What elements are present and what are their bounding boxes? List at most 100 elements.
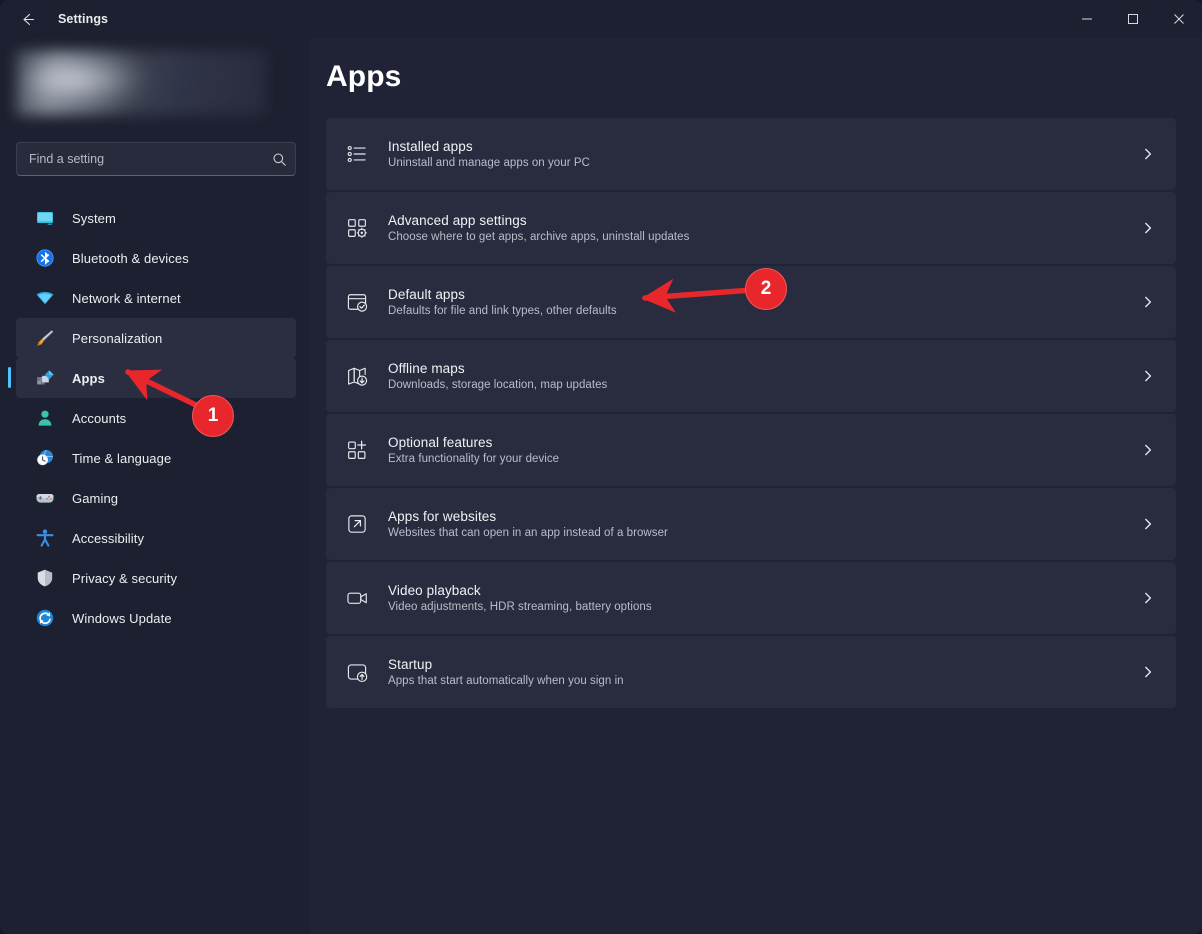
back-button[interactable]: [10, 4, 44, 34]
card-subtitle: Choose where to get apps, archive apps, …: [388, 231, 690, 243]
chevron-right-icon: [1145, 518, 1152, 530]
sidebar-item-label: Windows Update: [72, 610, 172, 626]
person-icon: [38, 410, 52, 426]
search-box[interactable]: [16, 142, 296, 176]
chevron-right-icon[interactable]: [1120, 591, 1176, 605]
video-camera-icon: [347, 592, 367, 604]
window-controls: [1064, 0, 1202, 38]
sidebar-item-network-internet[interactable]: Network & internet: [16, 278, 296, 318]
minimize-button[interactable]: [1064, 0, 1110, 38]
card-text: Video playback Video adjustments, HDR str…: [388, 583, 1120, 613]
sidebar-item-label: Apps: [72, 370, 105, 386]
grid-plus-icon: [326, 439, 388, 461]
card-title: Offline maps: [388, 361, 465, 376]
update-refresh-icon: [30, 608, 60, 628]
person-icon: [30, 408, 60, 428]
chevron-right-icon[interactable]: [1120, 665, 1176, 679]
maximize-button[interactable]: [1110, 0, 1156, 38]
search-icon: [263, 152, 295, 167]
back-arrow-icon: [22, 13, 34, 25]
card-advanced-app-settings[interactable]: Advanced app settings Choose where to get…: [326, 192, 1176, 264]
sidebar-item-accounts[interactable]: Accounts: [16, 398, 296, 438]
chevron-right-icon[interactable]: [1120, 295, 1176, 309]
paintbrush-icon: [37, 330, 54, 346]
card-text: Optional features Extra functionality for…: [388, 435, 1120, 465]
update-refresh-icon: [36, 609, 54, 627]
card-video-playback[interactable]: Video playback Video adjustments, HDR str…: [326, 562, 1176, 634]
sidebar-item-gaming[interactable]: Gaming: [16, 478, 296, 518]
card-startup[interactable]: Startup Apps that start automatically whe…: [326, 636, 1176, 708]
settings-card-list: Installed apps Uninstall and manage apps …: [326, 118, 1176, 710]
wifi-icon: [36, 291, 54, 305]
external-link-icon: [348, 515, 366, 533]
sidebar-item-bluetooth-devices[interactable]: Bluetooth & devices: [16, 238, 296, 278]
maximize-icon: [1128, 14, 1138, 24]
page-title: Apps: [326, 60, 402, 93]
video-camera-icon: [326, 587, 388, 609]
sidebar-item-label: System: [72, 210, 116, 226]
map-download-icon: [326, 365, 388, 387]
sidebar-item-label: Accounts: [72, 410, 127, 426]
chevron-right-icon: [1145, 444, 1152, 456]
globe-clock-icon: [30, 448, 60, 468]
window-check-icon: [347, 294, 368, 312]
sidebar-item-accessibility[interactable]: Accessibility: [16, 518, 296, 558]
annotation-badge-1: 1: [192, 395, 234, 437]
chevron-right-icon[interactable]: [1120, 221, 1176, 235]
card-installed-apps[interactable]: Installed apps Uninstall and manage apps …: [326, 118, 1176, 190]
app-grid-gear-icon: [326, 217, 388, 239]
card-subtitle: Video adjustments, HDR streaming, batter…: [388, 601, 652, 613]
sidebar-nav: System Bluetooth & devices Network & int…: [0, 198, 310, 638]
window-title: Settings: [58, 12, 109, 26]
card-text: Startup Apps that start automatically whe…: [388, 657, 1120, 687]
chevron-right-icon: [1145, 296, 1152, 308]
sidebar-item-time-language[interactable]: Time & language: [16, 438, 296, 478]
chevron-right-icon[interactable]: [1120, 147, 1176, 161]
card-subtitle: Apps that start automatically when you s…: [388, 675, 624, 687]
gamepad-icon: [36, 494, 54, 503]
minimize-icon: [1082, 18, 1092, 20]
window-up-arrow-icon: [347, 664, 368, 683]
apps-squares-icon: [37, 370, 54, 385]
chevron-right-icon[interactable]: [1120, 517, 1176, 531]
window-check-icon: [326, 291, 388, 313]
sidebar-item-label: Network & internet: [72, 290, 181, 306]
chevron-right-icon[interactable]: [1120, 443, 1176, 457]
shield-icon: [37, 569, 53, 587]
card-offline-maps[interactable]: Offline maps Downloads, storage location,…: [326, 340, 1176, 412]
app-grid-gear-icon: [348, 219, 367, 238]
card-text: Advanced app settings Choose where to get…: [388, 213, 1120, 243]
list-bullets-icon: [326, 143, 388, 165]
globe-clock-icon: [37, 449, 53, 466]
card-title: Apps for websites: [388, 509, 497, 524]
card-title: Startup: [388, 657, 433, 672]
sidebar-item-windows-update[interactable]: Windows Update: [16, 598, 296, 638]
map-download-icon: [348, 367, 368, 386]
accessibility-icon: [30, 528, 60, 548]
search-input[interactable]: [17, 152, 263, 166]
sidebar: System Bluetooth & devices Network & int…: [0, 38, 310, 934]
chevron-right-icon: [1145, 370, 1152, 382]
close-icon: [1174, 14, 1184, 24]
card-subtitle: Websites that can open in an app instead…: [388, 527, 668, 539]
sidebar-item-label: Personalization: [72, 330, 163, 346]
sidebar-item-apps[interactable]: Apps: [8, 358, 296, 398]
gamepad-icon: [30, 488, 60, 508]
grid-plus-icon: [348, 440, 367, 459]
close-button[interactable]: [1156, 0, 1202, 38]
card-optional-features[interactable]: Optional features Extra functionality for…: [326, 414, 1176, 486]
external-link-icon: [326, 513, 388, 535]
main-content: Apps Installed apps Uninstall and manage …: [310, 38, 1202, 934]
sidebar-item-personalization[interactable]: Personalization: [16, 318, 296, 358]
card-apps-for-websites[interactable]: Apps for websites Websites that can open …: [326, 488, 1176, 560]
card-subtitle: Extra functionality for your device: [388, 453, 560, 465]
apps-squares-icon: [30, 368, 60, 388]
sidebar-item-label: Time & language: [72, 450, 172, 466]
sidebar-item-system[interactable]: System: [16, 198, 296, 238]
chevron-right-icon: [1145, 222, 1152, 234]
chevron-right-icon: [1145, 666, 1152, 678]
sidebar-item-label: Gaming: [72, 490, 119, 506]
chevron-right-icon[interactable]: [1120, 369, 1176, 383]
sidebar-item-privacy-security[interactable]: Privacy & security: [16, 558, 296, 598]
sidebar-item-label: Privacy & security: [72, 570, 178, 586]
